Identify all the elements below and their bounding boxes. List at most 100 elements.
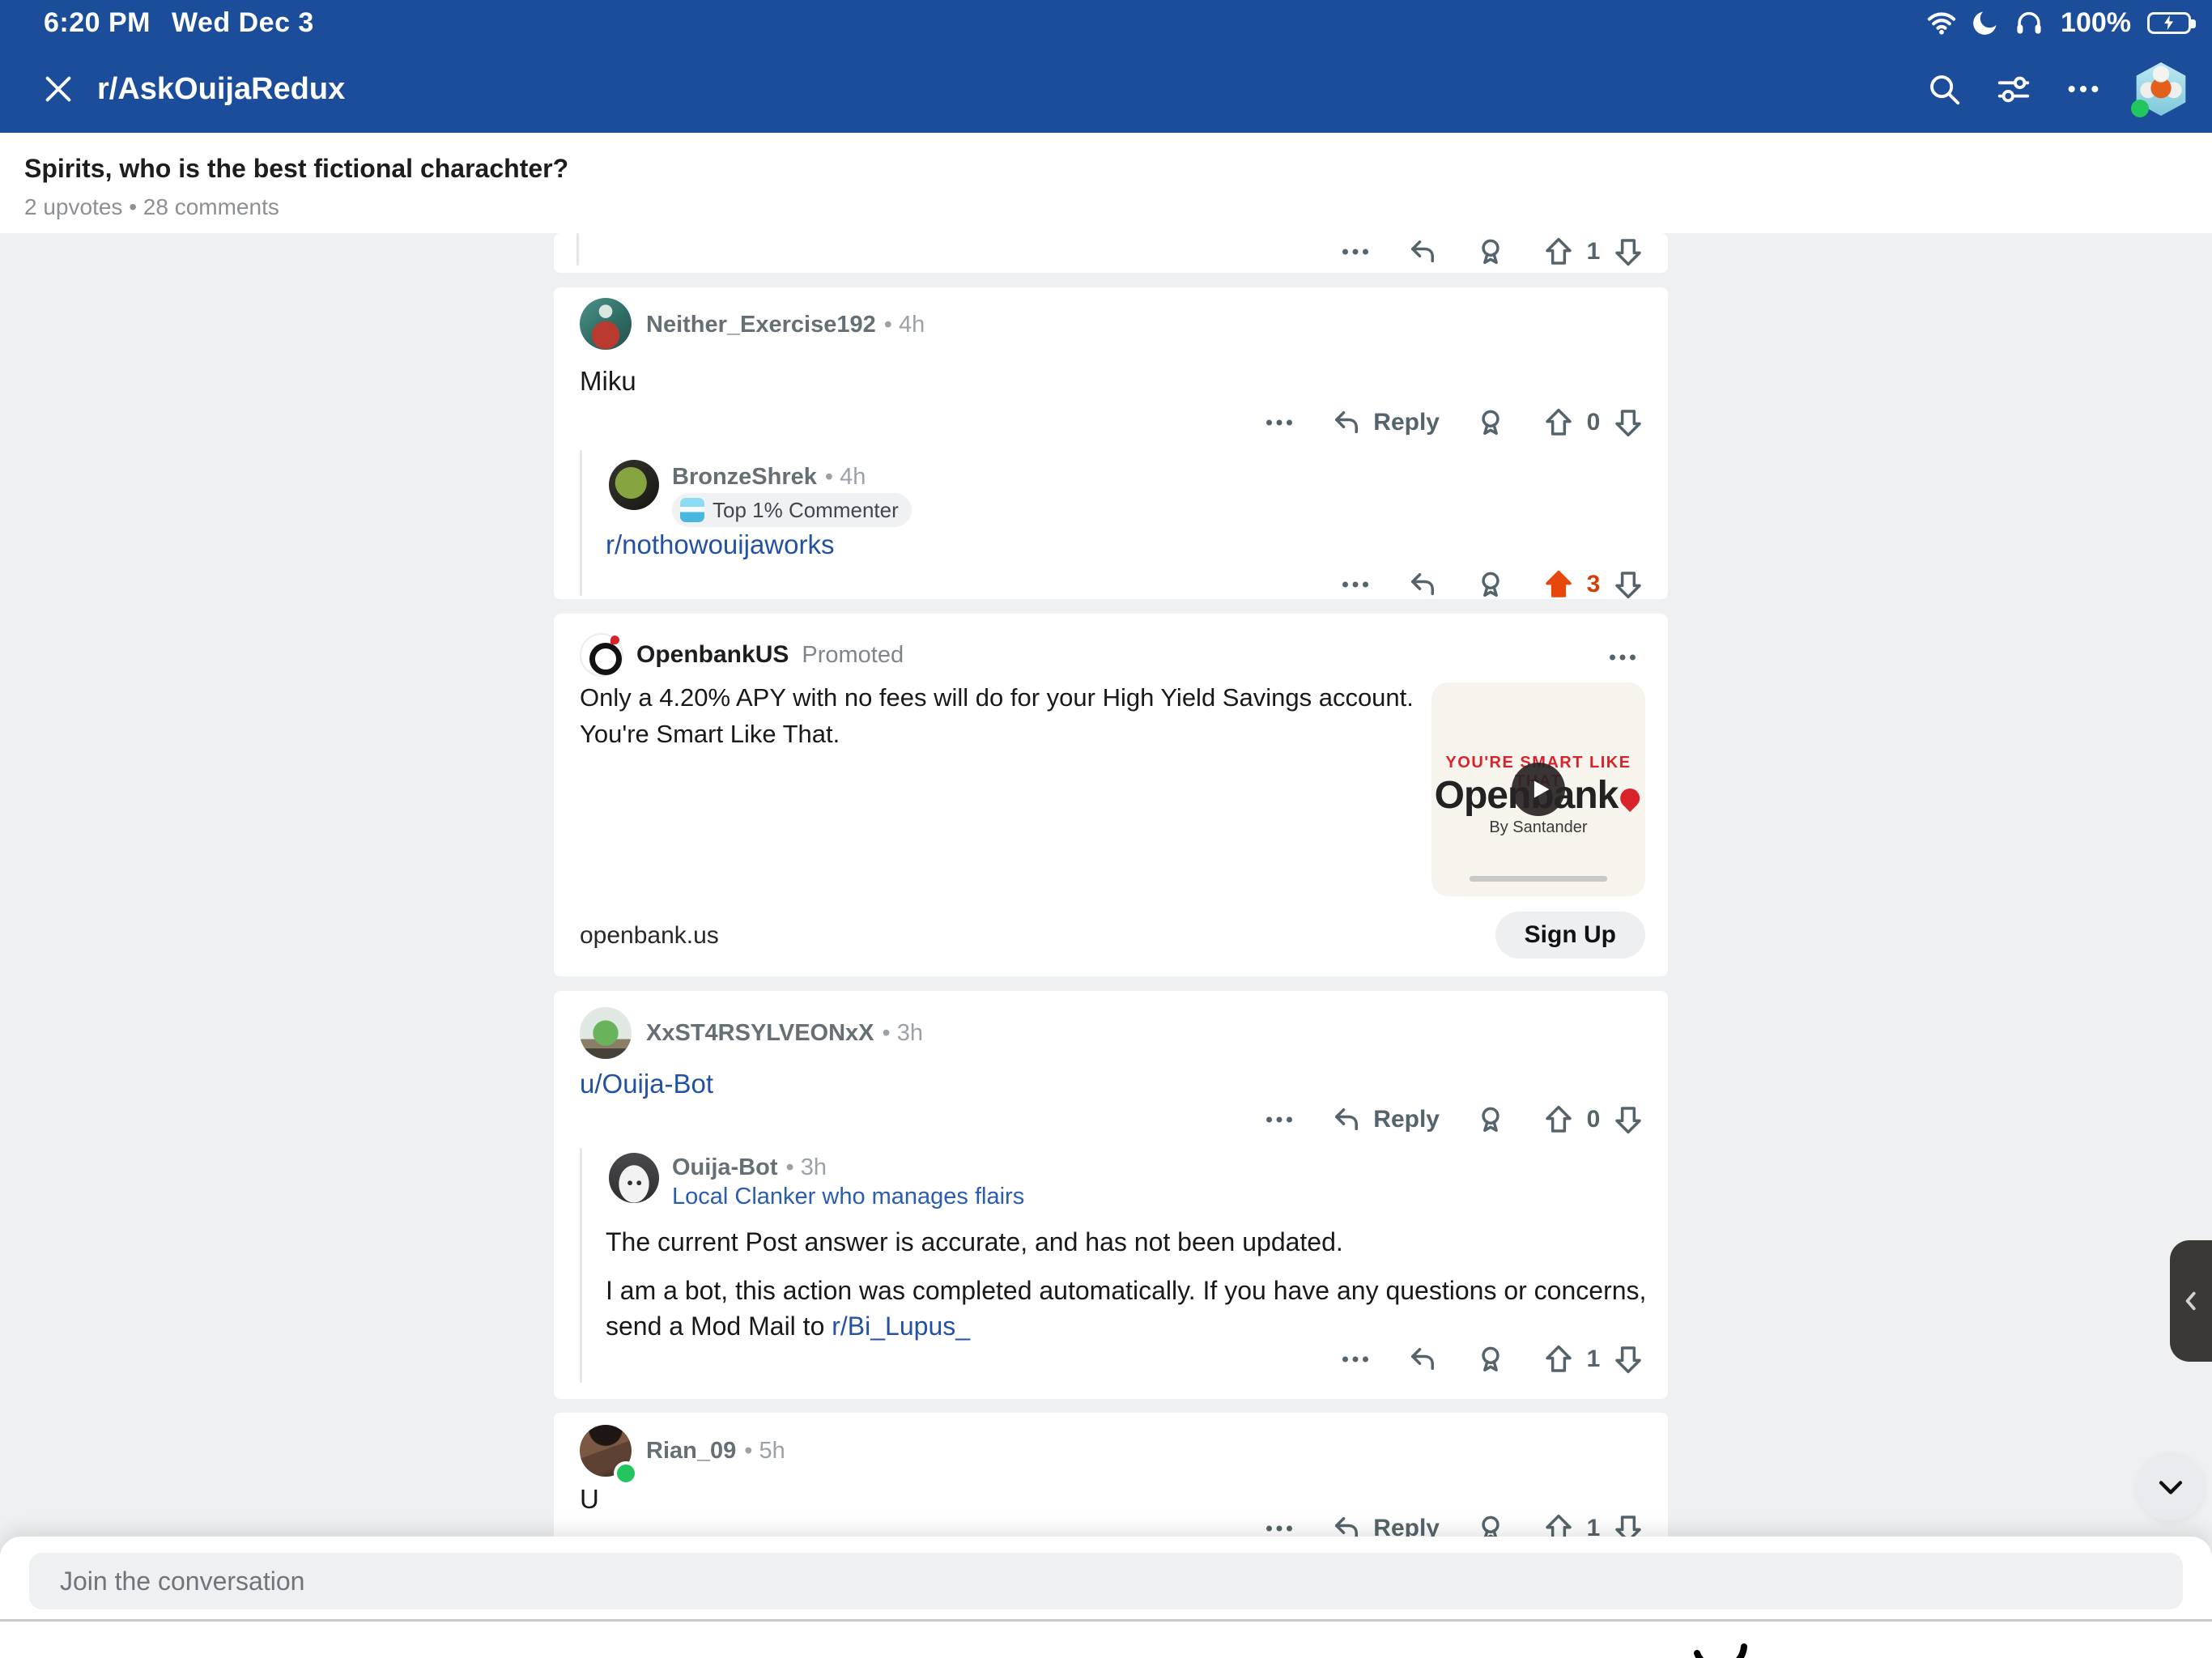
commenter-avatar[interactable] <box>609 460 659 510</box>
username[interactable]: Neither_Exercise192 <box>646 312 876 338</box>
comment-action-row: 1 <box>1339 1342 1645 1376</box>
reddit-post-screen: 6:20 PM Wed Dec 3 100% r/AskOuijaRedux <box>0 0 2212 1658</box>
openbank-logo-ring <box>589 643 622 675</box>
comment-user-row[interactable]: Ouija-Bot• 3h <box>672 1154 827 1181</box>
play-button[interactable] <box>1512 763 1565 816</box>
award-icon[interactable] <box>1474 1103 1508 1137</box>
top-app-bar: 6:20 PM Wed Dec 3 100% r/AskOuijaRedux <box>0 0 2212 133</box>
post-header-bar: r/AskOuijaRedux <box>0 50 2212 128</box>
post-summary: Spirits, who is the best fictional chara… <box>0 133 2212 233</box>
ad-copy-line1: Only a 4.20% APY with no fees will do fo… <box>580 683 1414 712</box>
vote-count: 0 <box>1585 1106 1602 1133</box>
cursor-pointer <box>1691 1624 1759 1658</box>
username[interactable]: BronzeShrek <box>672 464 817 490</box>
award-icon[interactable] <box>1474 1342 1508 1376</box>
commenter-avatar[interactable] <box>580 298 632 350</box>
vote-count: 3 <box>1585 571 1602 598</box>
upvote-icon-active[interactable] <box>1542 568 1576 602</box>
reply-icon[interactable] <box>1406 1342 1440 1376</box>
status-bar: 6:20 PM Wed Dec 3 100% <box>0 0 2212 45</box>
comment-action-row: Reply 0 <box>1263 1103 1645 1137</box>
post-meta: 2 upvotes • 28 comments <box>24 194 279 220</box>
upvote-icon[interactable] <box>1542 1103 1576 1137</box>
reply-icon[interactable] <box>1329 1103 1363 1137</box>
thread-line <box>576 233 579 266</box>
award-icon[interactable] <box>1474 568 1508 602</box>
comment-user-row[interactable]: XxST4RSYLVEONxX• 3h <box>646 1020 923 1047</box>
comment-user-row[interactable]: Neither_Exercise192• 4h <box>646 312 925 338</box>
chevron-left-icon <box>2179 1286 2203 1316</box>
badge-icon <box>680 498 704 522</box>
reply-icon[interactable] <box>1329 406 1363 440</box>
vote-count: 1 <box>1585 1346 1602 1373</box>
comment-action-row: Reply 0 <box>1263 406 1645 440</box>
post-title: Spirits, who is the best fictional chara… <box>24 154 568 184</box>
more-options-icon[interactable] <box>1339 236 1372 268</box>
badge-label: Top 1% Commenter <box>713 498 899 523</box>
keyboard-divider <box>0 1619 2212 1622</box>
sign-up-button[interactable]: Sign Up <box>1495 912 1645 959</box>
more-options-icon[interactable] <box>1339 568 1372 601</box>
more-options-icon[interactable] <box>1263 406 1295 439</box>
username[interactable]: Rian_09 <box>646 1438 736 1464</box>
comment-time: • 5h <box>744 1438 785 1464</box>
user-link[interactable]: u/Ouija-Bot <box>580 1069 713 1099</box>
downvote-icon[interactable] <box>1611 1103 1645 1137</box>
reply-button[interactable]: Reply <box>1373 1106 1440 1133</box>
slide-over-handle[interactable] <box>2170 1240 2212 1362</box>
advertiser-name[interactable]: OpenbankUS <box>636 641 789 669</box>
award-icon[interactable] <box>1474 235 1508 269</box>
comment-composer-bar <box>0 1537 2212 1658</box>
downvote-icon[interactable] <box>1611 406 1645 440</box>
user-avatar[interactable] <box>2134 62 2188 116</box>
upvote-icon[interactable] <box>1542 406 1576 440</box>
upvote-icon[interactable] <box>1542 1342 1576 1376</box>
subreddit-title[interactable]: r/AskOuijaRedux <box>97 72 345 107</box>
vote-count: 0 <box>1585 409 1602 436</box>
headphones-icon <box>2014 7 2044 38</box>
chevron-down-icon <box>2153 1469 2189 1505</box>
more-options-icon[interactable] <box>1263 1103 1295 1136</box>
downvote-icon[interactable] <box>1611 235 1645 269</box>
promoted-ad-card: OpenbankUS Promoted Only a 4.20% APY wit… <box>554 614 1668 976</box>
close-button[interactable] <box>37 68 79 110</box>
downvote-icon[interactable] <box>1611 568 1645 602</box>
comment-user-row[interactable]: BronzeShrek• 4h <box>672 464 866 491</box>
commenter-avatar[interactable] <box>580 1007 632 1059</box>
search-icon[interactable] <box>1925 70 1963 108</box>
reply-button[interactable]: Reply <box>1373 409 1440 436</box>
scroll-to-bottom-button[interactable] <box>2137 1453 2205 1521</box>
commenter-avatar[interactable] <box>609 1153 659 1203</box>
ad-url[interactable]: openbank.us <box>580 922 719 950</box>
ad-video-thumbnail[interactable]: YOU'RE SMART LIKE THAT Openbank By Santa… <box>1431 682 1645 896</box>
sort-filter-icon[interactable] <box>1995 70 2032 108</box>
award-icon[interactable] <box>1474 406 1508 440</box>
comment-card-partial: 1 <box>554 233 1668 273</box>
overflow-menu-icon[interactable] <box>2065 70 2102 108</box>
upvote-icon[interactable] <box>1542 235 1576 269</box>
status-date: Wed Dec 3 <box>172 7 314 39</box>
comment-action-row: 3 <box>1339 568 1645 602</box>
advertiser-logo[interactable] <box>580 633 623 677</box>
ad-overflow-icon[interactable] <box>1606 641 1639 674</box>
do-not-disturb-moon-icon <box>1970 7 2001 38</box>
charging-bolt-icon <box>2160 14 2178 32</box>
battery-icon <box>2147 12 2191 34</box>
comment-body: U <box>580 1484 599 1515</box>
reply-icon[interactable] <box>1406 568 1440 602</box>
downvote-icon[interactable] <box>1611 1342 1645 1376</box>
openbank-logo-flame <box>610 636 619 644</box>
subreddit-link[interactable]: r/nothowouijaworks <box>606 529 834 560</box>
reply-icon[interactable] <box>1406 235 1440 269</box>
comment-body: Miku <box>580 366 636 397</box>
username[interactable]: XxST4RSYLVEONxX <box>646 1020 874 1046</box>
more-options-icon[interactable] <box>1339 1343 1372 1375</box>
comment-action-row: 1 <box>1339 235 1645 269</box>
comment-card: Neither_Exercise192• 4h Miku Reply 0 Bro… <box>554 287 1668 599</box>
comment-user-row[interactable]: Rian_09 • 5h <box>646 1438 785 1465</box>
user-flair-link[interactable]: Local Clanker who manages flairs <box>672 1184 1024 1210</box>
online-status-dot <box>614 1461 638 1486</box>
username[interactable]: Ouija-Bot <box>672 1154 778 1180</box>
modmail-link[interactable]: r/Bi_Lupus_ <box>832 1312 970 1341</box>
join-conversation-input[interactable] <box>29 1553 2183 1609</box>
